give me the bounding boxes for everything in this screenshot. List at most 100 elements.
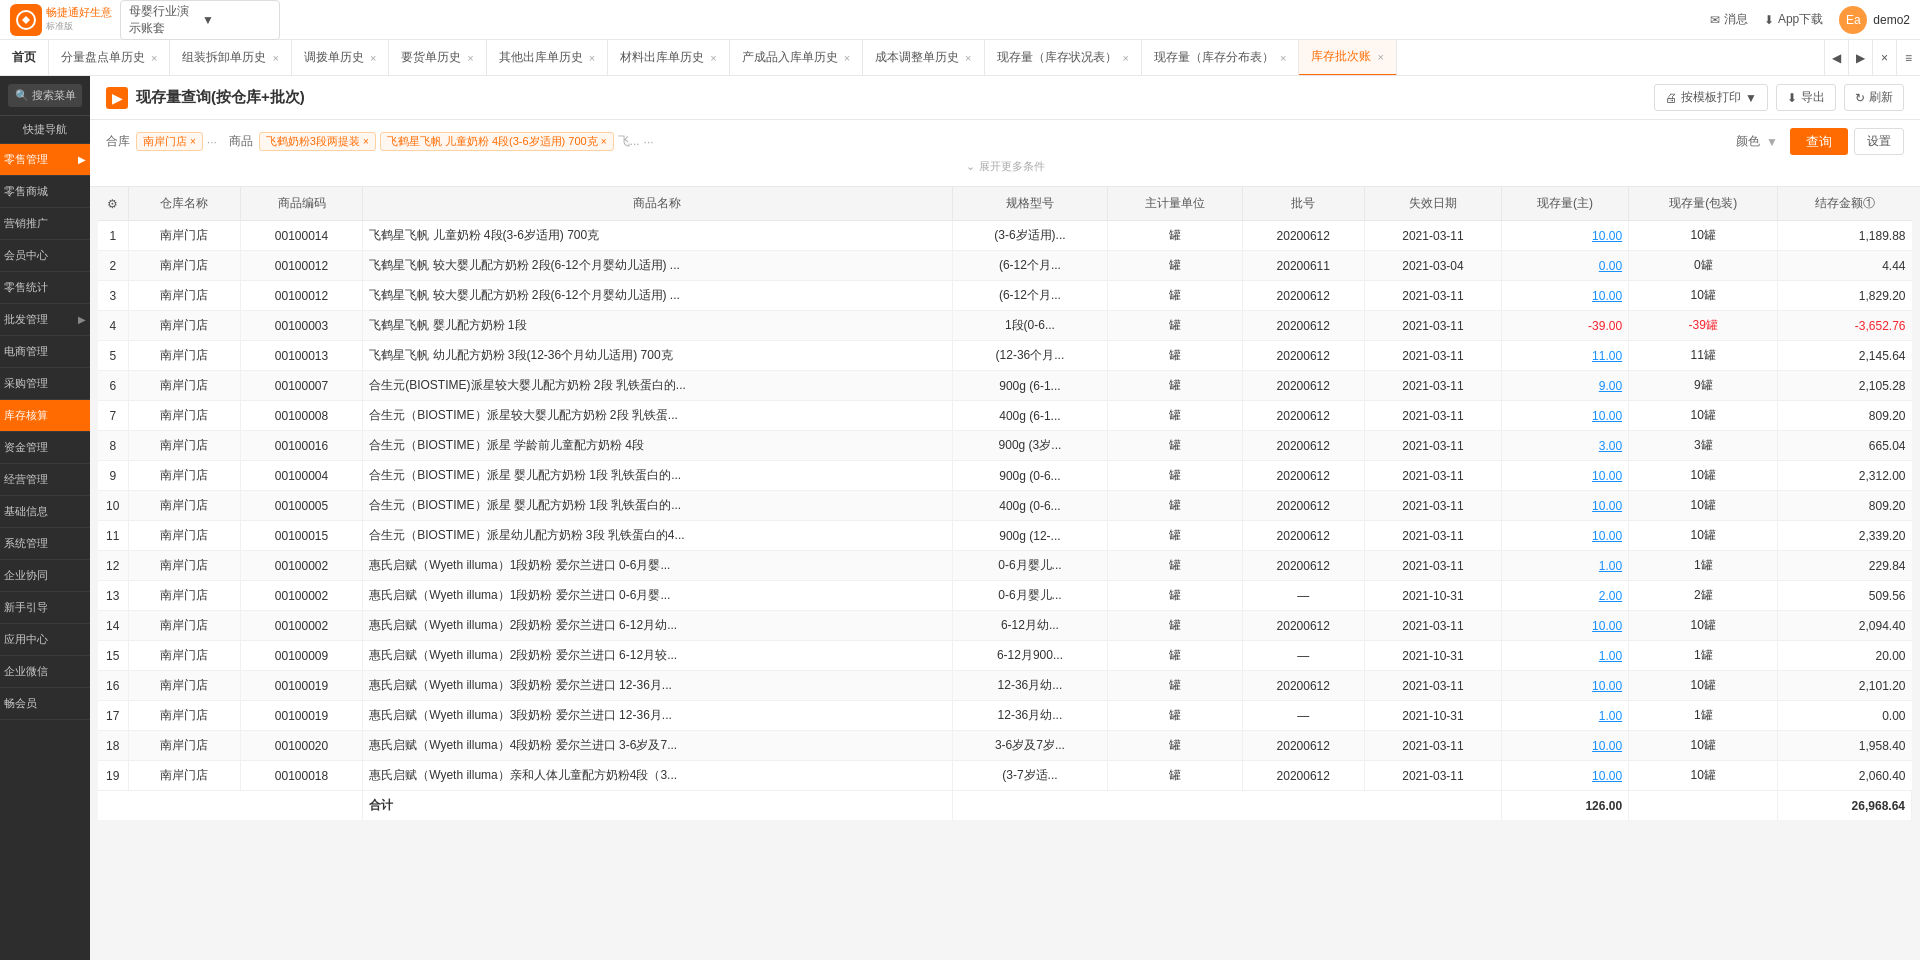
close-icon[interactable]: × (370, 52, 376, 64)
close-icon[interactable]: × (1280, 52, 1286, 64)
sidebar-item-retail-stats[interactable]: 零售统计 (0, 272, 90, 304)
export-btn[interactable]: ⬇ 导出 (1776, 84, 1836, 111)
close-icon[interactable]: × (965, 52, 971, 64)
td-qty-main[interactable]: 10.00 (1501, 671, 1628, 701)
search-icon: 🔍 (15, 89, 29, 102)
tab-home[interactable]: 首页 (0, 40, 49, 76)
sidebar-item-member[interactable]: 会员中心 (0, 240, 90, 272)
td-qty-main[interactable]: 10.00 (1501, 611, 1628, 641)
tab-bar: 首页 分量盘点单历史 × 组装拆卸单历史 × 调拨单历史 × 要货单历史 × 其… (0, 40, 1920, 76)
td-qty-main[interactable]: 1.00 (1501, 701, 1628, 731)
sidebar-item-vip[interactable]: 畅会员 (0, 688, 90, 720)
close-icon[interactable]: × (1377, 51, 1383, 63)
sidebar-item-system[interactable]: 系统管理 (0, 528, 90, 560)
org-selector[interactable]: 母婴行业演示账套 ▼ (120, 0, 280, 40)
tab-menu-btn[interactable]: ≡ (1896, 40, 1920, 76)
td-name: 惠氏启赋（Wyeth illuma）1段奶粉 爱尔兰进口 0-6月婴... (363, 551, 953, 581)
close-icon[interactable]: × (1123, 52, 1129, 64)
td-batch: 20200612 (1242, 221, 1364, 251)
td-name: 飞鹤星飞帆 婴儿配方奶粉 1段 (363, 311, 953, 341)
sidebar-item-marketing[interactable]: 营销推广 (0, 208, 90, 240)
tab-fenku[interactable]: 分量盘点单历史 × (49, 40, 170, 76)
td-qty-main[interactable]: 9.00 (1501, 371, 1628, 401)
sidebar-item-ecommerce[interactable]: 电商管理 (0, 336, 90, 368)
tab-next-btn[interactable]: ▶ (1848, 40, 1872, 76)
td-qty-main[interactable]: 2.00 (1501, 581, 1628, 611)
td-unit: 罐 (1108, 761, 1242, 791)
expand-more-btn[interactable]: ⌄ 展开更多条件 (106, 155, 1904, 178)
close-icon[interactable]: × (844, 52, 850, 64)
sidebar-item-basic[interactable]: 基础信息 (0, 496, 90, 528)
close-icon[interactable]: × (589, 52, 595, 64)
sidebar-item-inventory[interactable]: 库存核算 (0, 400, 90, 432)
remove-warehouse-tag-btn[interactable]: × (190, 136, 196, 147)
quick-nav-btn[interactable]: 快捷导航 (0, 116, 90, 144)
settings-btn[interactable]: 设置 (1854, 128, 1904, 155)
td-qty-main[interactable]: 1.00 (1501, 551, 1628, 581)
close-icon[interactable]: × (272, 52, 278, 64)
td-qty-main[interactable]: -39.00 (1501, 311, 1628, 341)
remove-product-tag1-btn[interactable]: × (363, 136, 369, 147)
print-btn[interactable]: 🖨 按模板打印 ▼ (1654, 84, 1768, 111)
td-qty-main[interactable]: 1.00 (1501, 641, 1628, 671)
user-profile[interactable]: Ea demo2 (1839, 6, 1910, 34)
td-qty-main[interactable]: 10.00 (1501, 281, 1628, 311)
td-qty-main[interactable]: 10.00 (1501, 761, 1628, 791)
search-menu-btn[interactable]: 🔍 搜索菜单 (8, 84, 82, 107)
td-qty-main[interactable]: 10.00 (1501, 491, 1628, 521)
product-ellipsis[interactable]: ··· (644, 135, 654, 149)
sidebar-item-corp-wechat[interactable]: 企业微信 (0, 656, 90, 688)
sidebar-item-purchase[interactable]: 采购管理 (0, 368, 90, 400)
td-unit: 罐 (1108, 491, 1242, 521)
warehouse-more-btn[interactable]: ··· (207, 135, 217, 149)
sidebar-item-finance[interactable]: 资金管理 (0, 432, 90, 464)
tab-xianzai2[interactable]: 现存量（库存分布表）× (1142, 40, 1299, 76)
td-batch: 20200611 (1242, 251, 1364, 281)
td-qty-pkg: 3罐 (1629, 431, 1778, 461)
tab-prev-btn[interactable]: ◀ (1824, 40, 1848, 76)
close-icon[interactable]: × (710, 52, 716, 64)
td-name: 合生元（BIOSTIME）派星 学龄前儿童配方奶粉 4段 (363, 431, 953, 461)
tab-xianzai1[interactable]: 现存量（库存状况表）× (985, 40, 1142, 76)
sidebar-item-retail-store[interactable]: 零售商城 (0, 176, 90, 208)
app-download-btn[interactable]: ⬇ App下载 (1764, 11, 1823, 28)
product-more-btn[interactable]: 飞... (618, 133, 640, 150)
th-settings[interactable]: ⚙ (98, 187, 128, 221)
td-qty-main[interactable]: 10.00 (1501, 221, 1628, 251)
query-btn[interactable]: 查询 (1790, 128, 1848, 155)
color-dropdown-btn[interactable]: ▼ (1766, 135, 1778, 149)
sidebar-item-wholesale[interactable]: 批发管理 ▶ (0, 304, 90, 336)
refresh-btn[interactable]: ↻ 刷新 (1844, 84, 1904, 111)
sidebar-item-operations[interactable]: 经营管理 (0, 464, 90, 496)
td-qty-main[interactable]: 3.00 (1501, 431, 1628, 461)
td-qty-main[interactable]: 10.00 (1501, 731, 1628, 761)
tab-diaopi[interactable]: 调拨单历史 × (292, 40, 389, 76)
td-qty-main[interactable]: 10.00 (1501, 521, 1628, 551)
tab-close-btn[interactable]: × (1872, 40, 1896, 76)
td-batch: 20200612 (1242, 281, 1364, 311)
td-spec: 900g (12-... (952, 521, 1107, 551)
td-spec: 0-6月婴儿... (952, 551, 1107, 581)
close-icon[interactable]: × (467, 52, 473, 64)
tab-cailiao[interactable]: 材料出库单历史 × (608, 40, 729, 76)
sidebar-item-enterprise[interactable]: 企业协同 (0, 560, 90, 592)
tab-chengpin[interactable]: 产成品入库单历史 × (730, 40, 863, 76)
sidebar-item-apps[interactable]: 应用中心 (0, 624, 90, 656)
tab-chengben[interactable]: 成本调整单历史 × (863, 40, 984, 76)
td-qty-main[interactable]: 10.00 (1501, 461, 1628, 491)
td-qty-main[interactable]: 11.00 (1501, 341, 1628, 371)
tab-zuhe[interactable]: 组装拆卸单历史 × (170, 40, 291, 76)
tab-qita[interactable]: 其他出库单历史 × (487, 40, 608, 76)
td-qty-main[interactable]: 0.00 (1501, 251, 1628, 281)
sidebar-item-guide[interactable]: 新手引导 (0, 592, 90, 624)
close-icon[interactable]: × (151, 52, 157, 64)
remove-product-tag2-btn[interactable]: × (601, 136, 607, 147)
tab-kupi[interactable]: 库存批次账 × (1299, 40, 1396, 76)
tab-yaohuo[interactable]: 要货单历史 × (389, 40, 486, 76)
page-title: 现存量查询(按仓库+批次) (136, 88, 305, 107)
message-btn[interactable]: ✉ 消息 (1710, 11, 1748, 28)
td-warehouse: 南岸门店 (128, 761, 240, 791)
sidebar-item-retail-mgmt[interactable]: 零售管理 ▶ (0, 144, 90, 176)
td-qty-main[interactable]: 10.00 (1501, 401, 1628, 431)
expand-sidebar-btn[interactable]: ▶ (106, 87, 128, 109)
